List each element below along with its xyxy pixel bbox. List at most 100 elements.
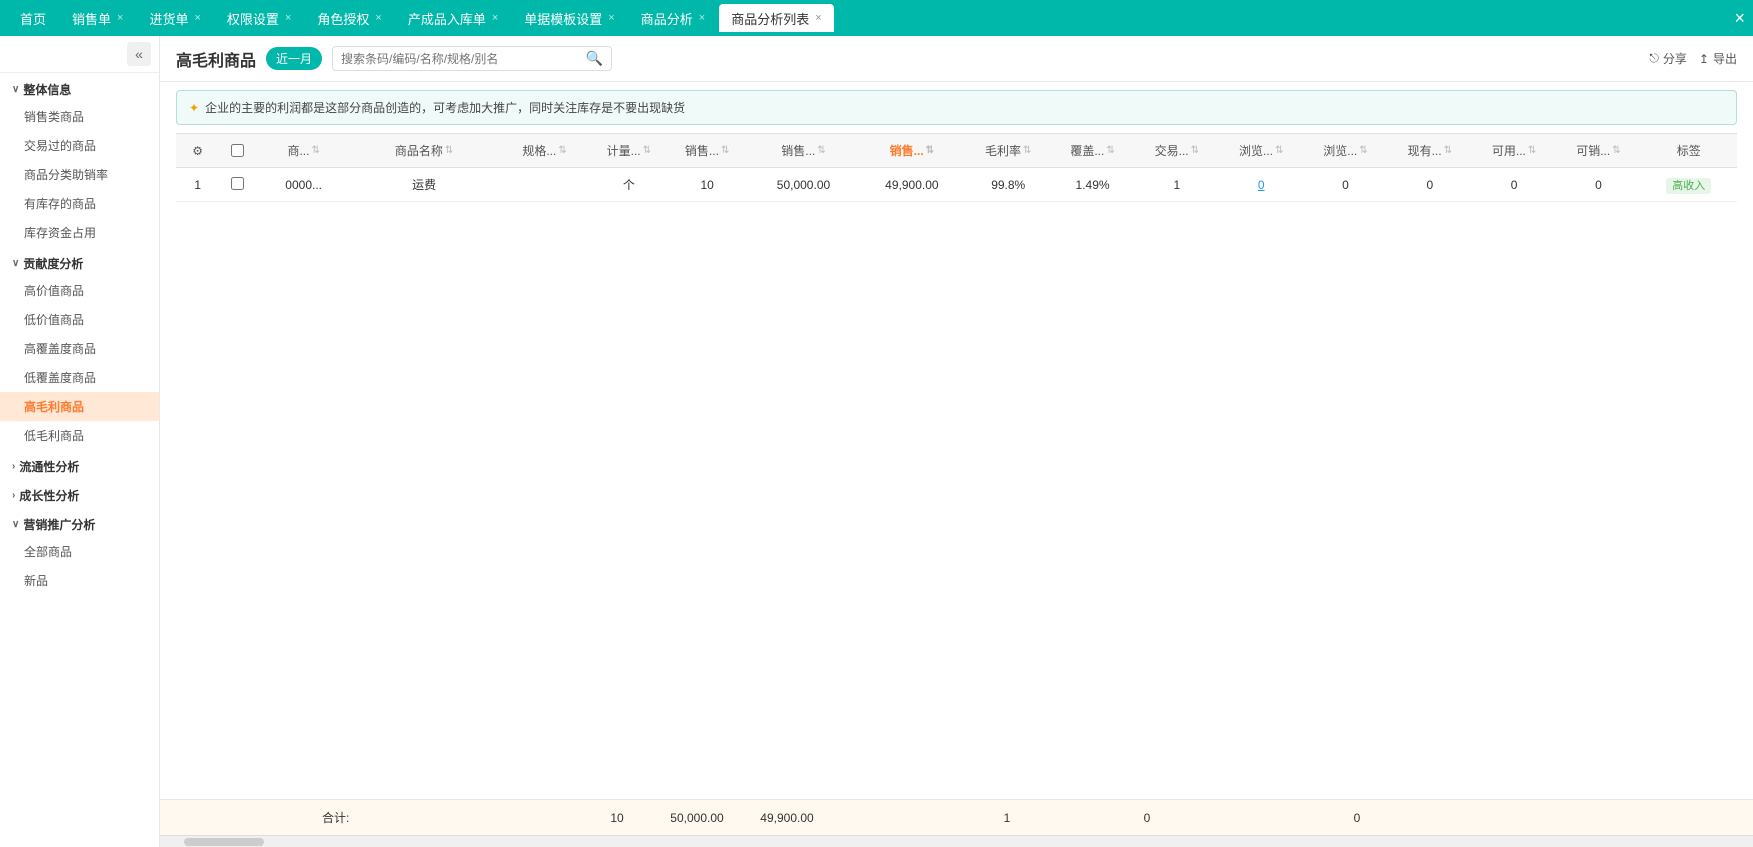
th-name[interactable]: 商品名称 ⇅ xyxy=(352,134,497,168)
tab-product-instock[interactable]: 产成品入库单 × xyxy=(396,4,510,32)
main-layout: « ∨ 整体信息 销售类商品 交易过的商品 商品分类助销率 有库存的商品 库存资… xyxy=(0,36,1753,847)
tab-permission-settings[interactable]: 权限设置 × xyxy=(215,4,303,32)
table-container: ⚙ 商... ⇅ 商品名称 xyxy=(160,133,1753,799)
tab-close-purchase-order[interactable]: × xyxy=(194,12,200,24)
tab-template-settings[interactable]: 单据模板设置 × xyxy=(512,4,626,32)
tab-close-product-analysis-list[interactable]: × xyxy=(815,12,821,24)
th-tag: 标签 xyxy=(1641,134,1737,168)
row-checkbox[interactable] xyxy=(231,177,244,190)
tab-close-product-analysis[interactable]: × xyxy=(699,12,705,24)
sort-icon: ⇅ xyxy=(1023,145,1031,156)
tab-close-product-instock[interactable]: × xyxy=(492,12,498,24)
row-tag: 高收入 xyxy=(1641,168,1737,202)
tab-role-auth[interactable]: 角色授权 × xyxy=(305,4,393,32)
sidebar-item-all-goods[interactable]: 全部商品 xyxy=(0,537,159,566)
search-input[interactable] xyxy=(341,52,580,66)
sidebar-item-goods-in-stock[interactable]: 有库存的商品 xyxy=(0,189,159,218)
sidebar-collapse-button[interactable]: « xyxy=(127,42,151,66)
sidebar-item-high-coverage[interactable]: 高覆盖度商品 xyxy=(0,334,159,363)
th-sales-profit[interactable]: 销售... ⇅ xyxy=(858,134,966,168)
export-button[interactable]: ↥ 导出 xyxy=(1699,50,1737,67)
th-sellable[interactable]: 可销... ⇅ xyxy=(1556,134,1640,168)
sidebar-item-new-goods[interactable]: 新品 xyxy=(0,566,159,595)
row-sellable: 0 xyxy=(1556,168,1640,202)
th-cover[interactable]: 覆盖... ⇅ xyxy=(1050,134,1134,168)
content-area: 高毛利商品 近一月 🔍 ⎋ 分享 ↥ 导出 ✦ 企业的主要的利润都是这部分商品创… xyxy=(160,36,1753,847)
sort-icon: ⇅ xyxy=(445,145,453,156)
time-filter-button[interactable]: 近一月 xyxy=(266,47,322,70)
row-gross-rate: 99.8% xyxy=(966,168,1050,202)
tab-product-analysis[interactable]: 商品分析 × xyxy=(629,4,717,32)
table-header-row: ⚙ 商... ⇅ 商品名称 xyxy=(176,134,1737,168)
tab-close-permission[interactable]: × xyxy=(285,12,291,24)
sort-icon: ⇅ xyxy=(1612,145,1620,156)
sort-icon: ⇅ xyxy=(558,145,566,156)
sidebar-group-overall[interactable]: ∨ 整体信息 xyxy=(0,73,159,102)
th-stock[interactable]: 现有... ⇅ xyxy=(1388,134,1472,168)
tab-purchase-order[interactable]: 进货单 × xyxy=(137,4,212,32)
th-browse2[interactable]: 浏览... ⇅ xyxy=(1303,134,1387,168)
export-icon: ↥ xyxy=(1699,52,1709,66)
sidebar-item-traded-goods[interactable]: 交易过的商品 xyxy=(0,131,159,160)
row-sales-amt: 50,000.00 xyxy=(749,168,857,202)
scroll-thumb[interactable] xyxy=(184,838,264,846)
sidebar-item-stock-capital[interactable]: 库存资金占用 xyxy=(0,218,159,247)
tab-close-sales-order[interactable]: × xyxy=(117,12,123,24)
sidebar-item-low-value[interactable]: 低价值商品 xyxy=(0,305,159,334)
th-sales-amt[interactable]: 销售... ⇅ xyxy=(749,134,857,168)
row-cover: 1.49% xyxy=(1050,168,1134,202)
th-trade[interactable]: 交易... ⇅ xyxy=(1135,134,1219,168)
sort-icon: ⇅ xyxy=(1106,145,1114,156)
sort-icon: ⇅ xyxy=(1444,145,1452,156)
sort-icon: ⇅ xyxy=(1528,145,1536,156)
tab-close-template[interactable]: × xyxy=(608,12,614,24)
sidebar-item-high-gross[interactable]: 高毛利商品 xyxy=(0,392,159,421)
search-icon[interactable]: 🔍 xyxy=(586,50,603,67)
th-gross-rate[interactable]: 毛利率 ⇅ xyxy=(966,134,1050,168)
horizontal-scrollbar[interactable] xyxy=(160,835,1753,847)
sidebar-group-liquidity[interactable]: › 流通性分析 xyxy=(0,450,159,479)
sidebar-group-growth[interactable]: › 成长性分析 xyxy=(0,479,159,508)
sidebar-item-category-assist-rate[interactable]: 商品分类助销率 xyxy=(0,160,159,189)
sort-icon: ⇅ xyxy=(1359,145,1367,156)
window-close-button[interactable]: × xyxy=(1734,8,1745,29)
share-button[interactable]: ⎋ 分享 xyxy=(1649,50,1687,67)
row-checkbox-cell[interactable] xyxy=(219,168,255,202)
th-sales-qty[interactable]: 销售... ⇅ xyxy=(665,134,749,168)
table-row: 1 0000... 运费 个 10 50,000.00 49,900.00 99… xyxy=(176,168,1737,202)
sidebar: « ∨ 整体信息 销售类商品 交易过的商品 商品分类助销率 有库存的商品 库存资… xyxy=(0,36,160,847)
page-title: 高毛利商品 xyxy=(176,47,256,71)
th-unit[interactable]: 计量... ⇅ xyxy=(593,134,665,168)
header-right-actions: ⎋ 分享 ↥ 导出 xyxy=(1649,50,1737,67)
row-num: 1 xyxy=(176,168,219,202)
footer-sales-qty: 10 xyxy=(582,811,652,825)
sidebar-item-high-value[interactable]: 高价值商品 xyxy=(0,276,159,305)
th-browse1[interactable]: 浏览... ⇅ xyxy=(1219,134,1303,168)
sidebar-item-sales-goods[interactable]: 销售类商品 xyxy=(0,102,159,131)
sidebar-item-low-gross[interactable]: 低毛利商品 xyxy=(0,421,159,450)
tab-sales-order[interactable]: 销售单 × xyxy=(60,4,135,32)
sidebar-group-marketing[interactable]: ∨ 营销推广分析 xyxy=(0,508,159,537)
th-checkbox[interactable] xyxy=(219,134,255,168)
info-banner: ✦ 企业的主要的利润都是这部分商品创造的，可考虑加大推广，同时关注库存是不要出现… xyxy=(176,90,1737,125)
tab-close-role-auth[interactable]: × xyxy=(375,12,381,24)
row-browse2: 0 xyxy=(1303,168,1387,202)
sort-icon: ⇅ xyxy=(1275,145,1283,156)
th-settings[interactable]: ⚙ xyxy=(176,134,219,168)
tab-product-analysis-list[interactable]: 商品分析列表 × xyxy=(719,4,833,32)
select-all-checkbox[interactable] xyxy=(231,144,244,157)
row-trade: 1 xyxy=(1135,168,1219,202)
sort-icon: ⇅ xyxy=(926,145,934,156)
tab-home[interactable]: 首页 xyxy=(8,4,58,32)
sidebar-item-low-coverage[interactable]: 低覆盖度商品 xyxy=(0,363,159,392)
th-spec[interactable]: 规格... ⇅ xyxy=(496,134,592,168)
sort-icon: ⇅ xyxy=(1191,145,1199,156)
th-code[interactable]: 商... ⇅ xyxy=(255,134,351,168)
sort-icon: ⇅ xyxy=(311,145,319,156)
row-product-name: 运费 xyxy=(352,168,497,202)
row-browse1[interactable]: 0 xyxy=(1219,168,1303,202)
sidebar-group-contribution[interactable]: ∨ 贡献度分析 xyxy=(0,247,159,276)
row-sales-profit: 49,900.00 xyxy=(858,168,966,202)
sort-icon: ⇅ xyxy=(643,145,651,156)
th-avail[interactable]: 可用... ⇅ xyxy=(1472,134,1556,168)
